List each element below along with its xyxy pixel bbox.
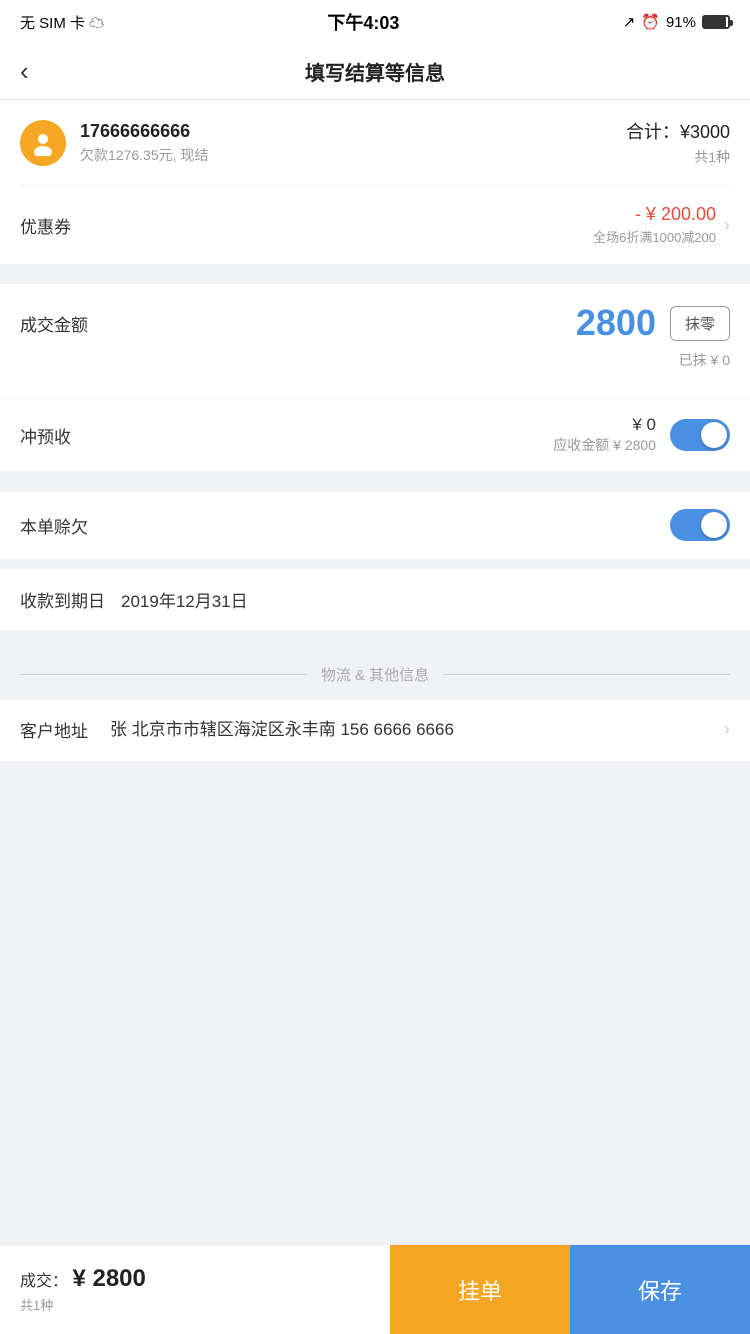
prepay-row: 冲预收 ¥ 0 应收金额 ¥ 2800 <box>0 398 750 471</box>
bottom-summary: 成交： ¥ 2800 共1种 <box>0 1245 390 1334</box>
duedate-row: 收款到期日 2019年12月31日 <box>20 587 730 612</box>
bottom-count: 共1种 <box>20 1295 370 1314</box>
gray-separator-3 <box>0 640 750 650</box>
customer-row: 17666666666 欠款1276.35元, 现结 合计：¥3000 共1种 <box>0 100 750 185</box>
prepay-amount: ¥ 0 <box>553 415 656 435</box>
amount-row: 成交金额 2800 抹零 <box>20 302 730 344</box>
back-button[interactable]: ‹ <box>20 56 29 87</box>
prepay-label: 冲预收 <box>20 423 71 448</box>
main-content: 17666666666 欠款1276.35元, 现结 合计：¥3000 共1种 … <box>0 100 750 861</box>
customer-total: 合计：¥3000 共1种 <box>626 118 730 167</box>
gray-separator-1 <box>0 274 750 284</box>
total-amount: 合计：¥3000 <box>626 118 730 144</box>
battery-percent: 91% <box>666 14 696 31</box>
page-title: 填写结算等信息 <box>305 57 445 86</box>
debt-toggle[interactable] <box>670 509 730 541</box>
coupon-row[interactable]: 优惠券 - ¥ 200.00 全场6折满1000减200 › <box>0 186 750 264</box>
nav-bar: ‹ 填写结算等信息 <box>0 44 750 100</box>
bottom-deal-label: 成交： <box>20 1273 68 1290</box>
prepay-text-group: ¥ 0 应收金额 ¥ 2800 <box>553 415 656 455</box>
logistics-label: 物流 & 其他信息 <box>321 664 429 685</box>
debt-section: 本单赊欠 <box>0 491 750 559</box>
round-btn[interactable]: 抹零 <box>670 306 730 341</box>
logistics-separator: 物流 & 其他信息 <box>0 650 750 699</box>
prepay-sub: 应收金额 ¥ 2800 <box>553 435 656 455</box>
amount-section: 成交金额 2800 抹零 已抹 ¥ 0 <box>0 284 750 388</box>
address-section[interactable]: 客户地址 张 北京市市辖区海淀区永丰南 156 6666 6666 › <box>0 699 750 761</box>
amount-right: 2800 抹零 <box>576 302 730 344</box>
bottom-deal-row: 成交： ¥ 2800 <box>20 1265 370 1293</box>
coupon-right: - ¥ 200.00 全场6折满1000减200 › <box>593 204 730 246</box>
duedate-label: 收款到期日 <box>20 587 105 612</box>
duedate-value: 2019年12月31日 <box>121 587 248 612</box>
duedate-section: 收款到期日 2019年12月31日 <box>0 569 750 630</box>
debt-label: 本单赊欠 <box>20 513 88 538</box>
prepay-right: ¥ 0 应收金额 ¥ 2800 <box>553 415 730 455</box>
gray-separator-2 <box>0 481 750 491</box>
address-chevron-icon: › <box>724 719 730 740</box>
address-label: 客户地址 <box>20 717 100 742</box>
bottom-bar: 成交： ¥ 2800 共1种 挂单 保存 <box>0 1244 750 1334</box>
coupon-desc: 全场6折满1000减200 <box>593 227 716 246</box>
clock-icon: ⏰ <box>641 13 660 31</box>
customer-subtitle: 欠款1276.35元, 现结 <box>80 145 208 165</box>
save-button[interactable]: 保存 <box>570 1245 750 1334</box>
hang-button[interactable]: 挂单 <box>390 1245 570 1334</box>
avatar <box>20 120 66 166</box>
customer-section: 17666666666 欠款1276.35元, 现结 合计：¥3000 共1种 … <box>0 100 750 264</box>
prepay-toggle[interactable] <box>670 419 730 451</box>
customer-phone: 17666666666 <box>80 121 208 142</box>
amount-sub: 已抹 ¥ 0 <box>20 350 730 370</box>
transaction-section: 成交金额 2800 抹零 已抹 ¥ 0 冲预收 ¥ 0 应收金额 ¥ 2800 <box>0 284 750 471</box>
coupon-label: 优惠券 <box>20 213 71 238</box>
coupon-chevron-icon: › <box>724 215 730 236</box>
customer-left: 17666666666 欠款1276.35元, 现结 <box>20 120 208 166</box>
amount-value: 2800 <box>576 302 656 344</box>
total-count: 共1种 <box>626 147 730 167</box>
status-right: ↗ ⏰ 91% <box>623 13 730 31</box>
sim-label: 无 SIM 卡 ☁ <box>20 12 104 33</box>
status-bar: 无 SIM 卡 ☁ 下午4:03 ↗ ⏰ 91% <box>0 0 750 44</box>
status-time: 下午4:03 <box>327 9 399 35</box>
status-left: 无 SIM 卡 ☁ <box>20 12 104 33</box>
battery-icon <box>702 15 730 29</box>
location-icon: ↗ <box>623 13 636 31</box>
customer-info: 17666666666 欠款1276.35元, 现结 <box>80 121 208 165</box>
address-value: 张 北京市市辖区海淀区永丰南 156 6666 6666 <box>110 717 714 743</box>
coupon-value: - ¥ 200.00 <box>593 204 716 225</box>
bottom-deal-amount: ¥ 2800 <box>72 1265 145 1292</box>
amount-label: 成交金额 <box>20 311 88 336</box>
